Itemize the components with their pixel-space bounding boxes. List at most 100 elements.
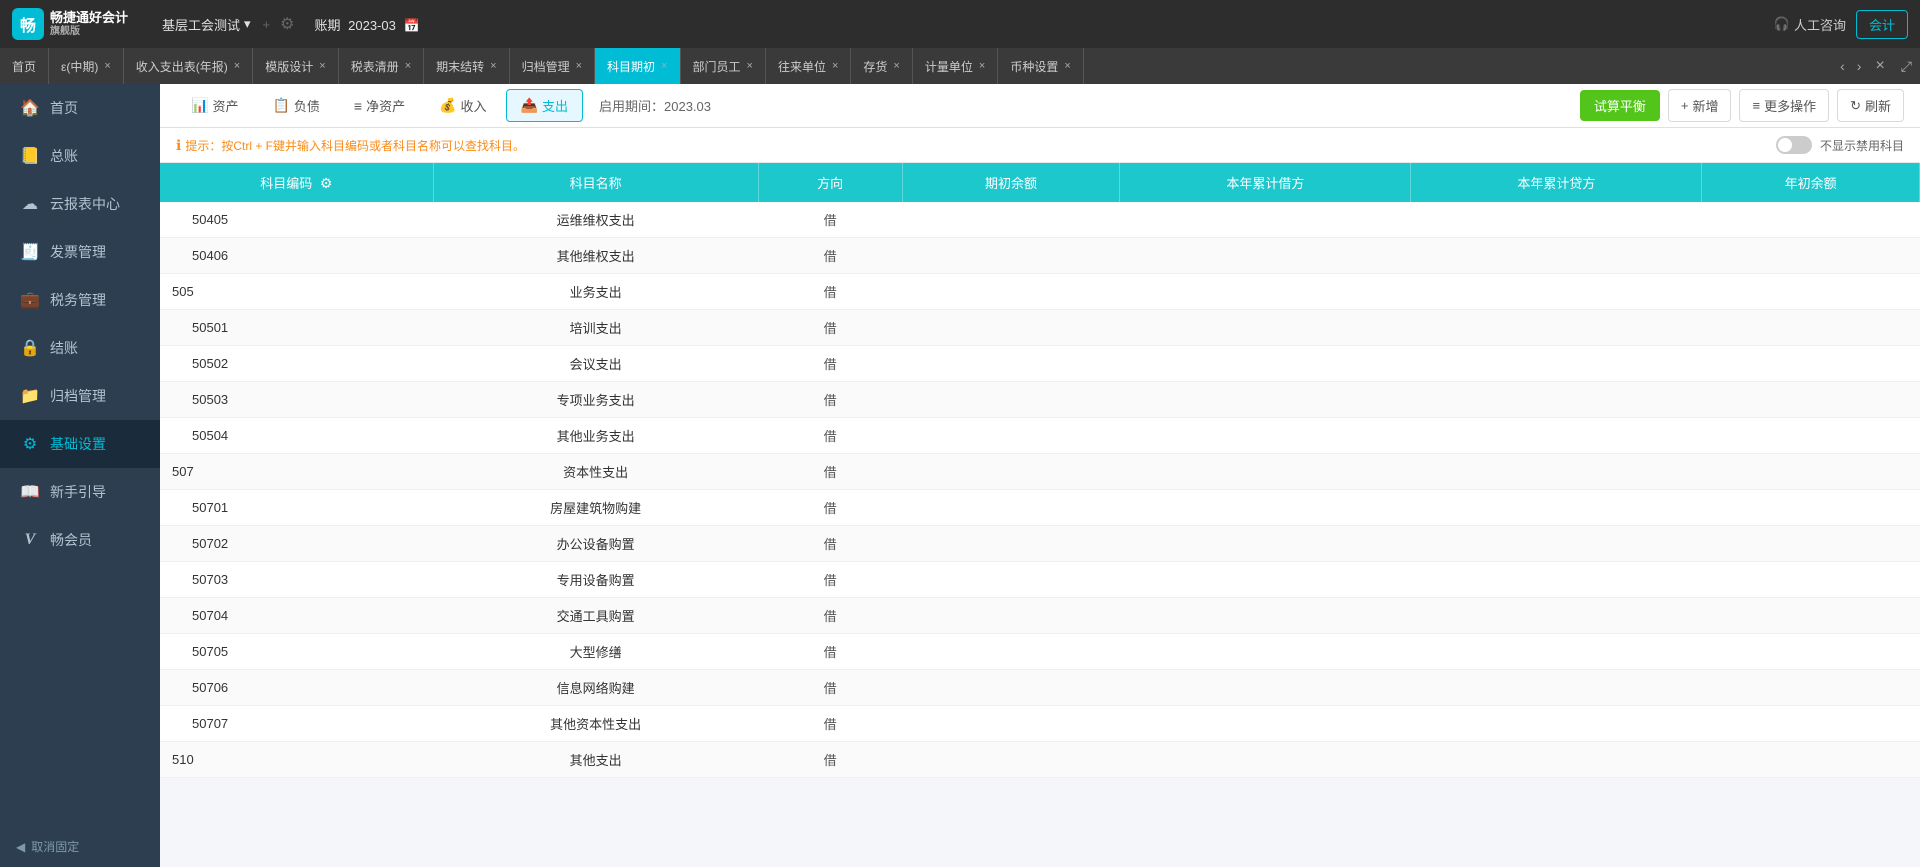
table-row[interactable]: 50504 其他业务支出 借: [160, 418, 1920, 454]
column-settings-icon[interactable]: ⚙: [320, 175, 333, 191]
sub-tab-assets[interactable]: 📊 资产: [176, 89, 253, 122]
cell-year-opening: [1702, 742, 1920, 778]
tab-tax-schedule[interactable]: 税表清册 ×: [339, 48, 424, 84]
col-header-name: 科目名称: [433, 163, 758, 202]
more-button[interactable]: ≡ 更多操作: [1739, 89, 1829, 122]
cell-opening: [902, 562, 1120, 598]
cell-direction: 借: [758, 634, 902, 670]
hint-bar: ℹ 提示：按Ctrl + F键并输入科目编码或者科目名称可以查找科目。 不显示禁…: [160, 128, 1920, 163]
tab-annual-report[interactable]: 收入支出表(年报) ×: [124, 48, 253, 84]
table-row[interactable]: 50502 会议支出 借: [160, 346, 1920, 382]
cell-year-opening: [1702, 706, 1920, 742]
cell-name: 运维维权支出: [433, 202, 758, 238]
cell-year-opening: [1702, 598, 1920, 634]
assets-icon: 📊: [191, 97, 208, 114]
table-row[interactable]: 50703 专用设备购置 借: [160, 562, 1920, 598]
cell-opening: [902, 742, 1120, 778]
refresh-button[interactable]: ↻ 刷新: [1837, 89, 1904, 122]
balance-button[interactable]: 试算平衡: [1580, 90, 1660, 121]
tab-archive-mgmt[interactable]: 归档管理 ×: [510, 48, 595, 84]
settings-icon: ⚙: [20, 434, 40, 454]
home-icon: 🏠: [20, 98, 40, 118]
tab-home[interactable]: 首页: [0, 48, 49, 84]
sub-tab-income[interactable]: 💰 收入: [424, 89, 501, 122]
sub-tab-liabilities[interactable]: 📋 负债: [257, 89, 334, 122]
sidebar-item-ledger[interactable]: 📒 总账: [0, 132, 160, 180]
cell-name: 资本性支出: [433, 454, 758, 490]
sub-tab-expense[interactable]: 📤 支出: [506, 89, 583, 122]
sidebar-item-cloud-reports[interactable]: ☁ 云报表中心: [0, 180, 160, 228]
ledger-icon: 📒: [20, 146, 40, 166]
tab-next-button[interactable]: ›: [1851, 58, 1868, 74]
tab-inventory[interactable]: 存货 ×: [851, 48, 912, 84]
sidebar-item-member[interactable]: V 畅会员: [0, 516, 160, 564]
cell-code: 50703: [160, 562, 433, 598]
table-row[interactable]: 50503 专项业务支出 借: [160, 382, 1920, 418]
cell-name: 大型修缮: [433, 634, 758, 670]
tab-close-all-button[interactable]: ×: [1867, 57, 1892, 75]
table-row[interactable]: 50707 其他资本性支出 借: [160, 706, 1920, 742]
table-row[interactable]: 50501 培训支出 借: [160, 310, 1920, 346]
tab-prev-button[interactable]: ‹: [1834, 58, 1851, 74]
info-icon: ℹ: [176, 137, 181, 154]
cell-code: 50502: [160, 346, 433, 382]
sub-tab-net-assets[interactable]: ≡ 净资产: [339, 89, 420, 122]
net-assets-icon: ≡: [354, 98, 362, 114]
table-row[interactable]: 505 业务支出 借: [160, 274, 1920, 310]
sidebar-collapse-button[interactable]: ◀ 取消固定: [0, 826, 160, 867]
table-row[interactable]: 50702 办公设备购置 借: [160, 526, 1920, 562]
cell-direction: 借: [758, 274, 902, 310]
col-header-credit-ytd: 本年累计贷方: [1411, 163, 1702, 202]
cell-direction: 借: [758, 418, 902, 454]
cell-credit-ytd: [1411, 454, 1702, 490]
table-row[interactable]: 50405 运维维权支出 借: [160, 202, 1920, 238]
cell-code: 510: [160, 742, 433, 778]
cell-opening: [902, 310, 1120, 346]
table-row[interactable]: 50701 房屋建筑物购建 借: [160, 490, 1920, 526]
cell-debit-ytd: [1120, 418, 1411, 454]
cell-year-opening: [1702, 418, 1920, 454]
table-row[interactable]: 50705 大型修缮 借: [160, 634, 1920, 670]
sidebar-item-close-period[interactable]: 🔒 结账: [0, 324, 160, 372]
cell-opening: [902, 490, 1120, 526]
sidebar-item-invoice[interactable]: 🧾 发票管理: [0, 228, 160, 276]
account-button[interactable]: 会计: [1856, 10, 1908, 39]
col-header-debit-ytd: 本年累计借方: [1120, 163, 1411, 202]
table-row[interactable]: 510 其他支出 借: [160, 742, 1920, 778]
table-row[interactable]: 50706 信息网络购建 借: [160, 670, 1920, 706]
top-bar: 畅 畅捷通好会计 旗舰版 基层工会测试 ▾ + ⚙ 账期 2023-03 📅 🎧…: [0, 0, 1920, 48]
cell-direction: 借: [758, 454, 902, 490]
tab-expand-button[interactable]: ⤢: [1893, 58, 1920, 75]
cell-name: 专项业务支出: [433, 382, 758, 418]
table-row[interactable]: 50406 其他维权支出 借: [160, 238, 1920, 274]
tab-dept-staff[interactable]: 部门员工 ×: [681, 48, 766, 84]
sidebar-item-archive[interactable]: 📁 归档管理: [0, 372, 160, 420]
tab-period-carry[interactable]: 期末结转 ×: [424, 48, 509, 84]
main-layout: 🏠 首页 📒 总账 ☁ 云报表中心 🧾 发票管理 💼 税务管理 🔒 结账 📁 归…: [0, 84, 1920, 867]
table-row[interactable]: 507 资本性支出 借: [160, 454, 1920, 490]
project-name[interactable]: 基层工会测试 ▾ + ⚙: [162, 14, 294, 34]
sidebar-item-settings[interactable]: ⚙ 基础设置: [0, 420, 160, 468]
support-button[interactable]: 🎧 人工咨询: [1774, 15, 1846, 34]
tab-unit[interactable]: 计量单位 ×: [913, 48, 998, 84]
tab-currency[interactable]: 币种设置 ×: [998, 48, 1083, 84]
sub-tab-bar: 📊 资产 📋 负债 ≡ 净资产 💰 收入 📤 支出 启用期间：2023.03: [160, 84, 1920, 128]
cell-debit-ytd: [1120, 562, 1411, 598]
sidebar-item-tax[interactable]: 💼 税务管理: [0, 276, 160, 324]
cell-credit-ytd: [1411, 310, 1702, 346]
liabilities-icon: 📋: [272, 97, 289, 114]
tab-template-design[interactable]: 模版设计 ×: [253, 48, 338, 84]
disable-toggle[interactable]: [1776, 136, 1812, 154]
cell-opening: [902, 598, 1120, 634]
tab-interim[interactable]: ε(中期) ×: [49, 48, 124, 84]
tab-customers[interactable]: 往来单位 ×: [766, 48, 851, 84]
cell-debit-ytd: [1120, 202, 1411, 238]
cell-code: 50701: [160, 490, 433, 526]
table-header-row: 科目编码 ⚙ 科目名称 方向 期初余额 本年累计借方 本年累计贷方 年初余额: [160, 163, 1920, 202]
sidebar-item-home[interactable]: 🏠 首页: [0, 84, 160, 132]
table-row[interactable]: 50704 交通工具购置 借: [160, 598, 1920, 634]
cell-credit-ytd: [1411, 526, 1702, 562]
add-button[interactable]: + 新增: [1668, 89, 1732, 122]
tab-subject-initial[interactable]: 科目期初 ×: [595, 48, 680, 84]
sidebar-item-guide[interactable]: 📖 新手引导: [0, 468, 160, 516]
